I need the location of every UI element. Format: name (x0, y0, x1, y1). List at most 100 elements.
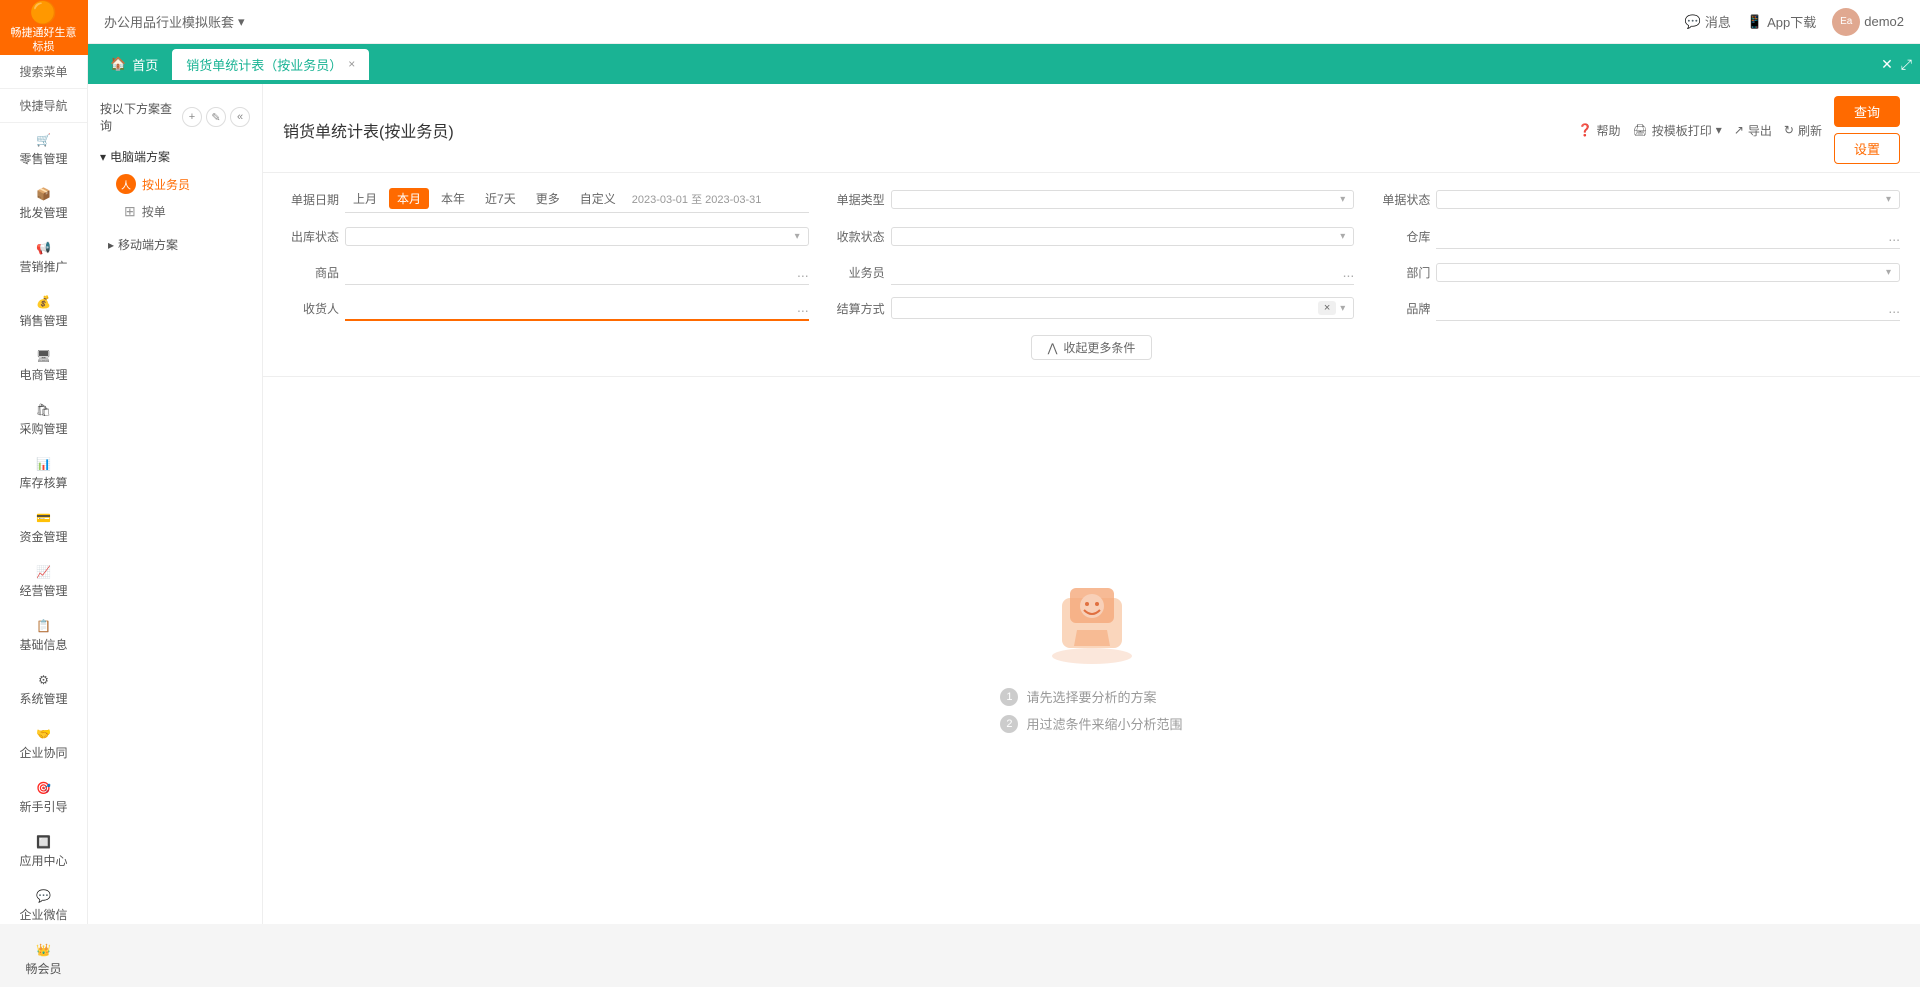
topbar: 办公用品行业模拟账套 ▾ 💬 消息 📱 App下载 Ea demo2 (88, 0, 1920, 44)
print-arrow: ▾ (1716, 123, 1722, 137)
help-btn[interactable]: ❓ 帮助 (1578, 122, 1621, 139)
user-menu[interactable]: Ea demo2 (1832, 8, 1904, 36)
export-btn[interactable]: ↗ 导出 (1734, 122, 1772, 139)
industry-selector[interactable]: 办公用品行业模拟账套 ▾ (104, 12, 245, 31)
status-arrow: ▾ (1886, 194, 1891, 205)
content: 按以下方案查询 + ✎ « ▾ 电脑端方案 人 按业务员 ⊞ 按 (88, 84, 1920, 924)
date-btn-custom[interactable]: 自定义 (572, 188, 624, 209)
print-btn[interactable]: 🖨 按模板打印 ▾ (1633, 122, 1722, 139)
search-menu[interactable]: 搜索菜单 (0, 55, 87, 89)
goods-dots: ... (797, 264, 809, 280)
salesperson-input[interactable]: ... (891, 259, 1355, 285)
close-window-icon[interactable]: ✕ (1881, 56, 1893, 73)
payment-dropdown[interactable]: × ▾ (891, 297, 1355, 319)
export-icon: ↗ (1734, 123, 1744, 137)
sidebar-item-purchase[interactable]: 🛍 采购管理 (0, 393, 87, 447)
brand-input[interactable]: ... (1436, 295, 1900, 321)
left-panel-header: 按以下方案查询 + ✎ « (88, 94, 262, 140)
receiver-input[interactable]: ... (345, 295, 809, 321)
ecom-icon: 🖥 (36, 349, 51, 363)
sidebar-item-sales[interactable]: 💰 销售管理 (0, 285, 87, 339)
filter-area: 单据日期 上月 本月 本年 近7天 更多 自定义 2023-03-01 至 20… (263, 173, 1920, 377)
collect-arrow: ▾ (1340, 231, 1345, 242)
filter-brand-cell: 品牌 ... (1374, 295, 1900, 321)
sidebar-item-ecom[interactable]: 🖥 电商管理 (0, 339, 87, 393)
scheme-active-dot: 人 (116, 174, 136, 194)
query-button[interactable]: 查询 (1834, 96, 1900, 127)
main-area: 办公用品行业模拟账套 ▾ 💬 消息 📱 App下载 Ea demo2 🏠 首页 (88, 0, 1920, 924)
filter-payment-cell: 结算方式 × ▾ (829, 297, 1355, 319)
tab-close-btn[interactable]: × (348, 57, 355, 71)
edit-scheme-btn[interactable]: ✎ (206, 107, 226, 127)
mobile-scheme-title[interactable]: ▸ 移动端方案 (88, 232, 262, 257)
topbar-right: 💬 消息 📱 App下载 Ea demo2 (1685, 8, 1904, 36)
status-dropdown[interactable]: ▾ (1436, 190, 1900, 209)
desktop-scheme-group: ▾ 电脑端方案 人 按业务员 ⊞ 按单 (88, 140, 262, 228)
msg-btn[interactable]: 💬 消息 (1685, 12, 1731, 31)
add-scheme-btn[interactable]: + (182, 107, 202, 127)
refresh-btn[interactable]: ↻ 刷新 (1784, 122, 1822, 139)
sidebar-item-member[interactable]: 👑 畅会员 (0, 933, 87, 987)
filter-salesperson-cell: 业务员 ... (829, 259, 1355, 285)
right-panel: 销货单统计表(按业务员) ❓ 帮助 🖨 按模板打印 ▾ ↗ 导出 (263, 84, 1920, 924)
tabbar: 🏠 首页 销货单统计表（按业务员） × ✕ ⤢ (88, 44, 1920, 84)
filter-status-cell: 单据状态 ▾ (1374, 190, 1900, 209)
type-dropdown[interactable]: ▾ (891, 190, 1355, 209)
scheme-group-arrow: ▾ (100, 150, 106, 164)
maximize-icon[interactable]: ⤢ (1901, 56, 1912, 73)
sub-icon: ⊞ (124, 203, 136, 220)
page-title: 销货单统计表(按业务员) (283, 118, 454, 142)
tab-home[interactable]: 🏠 首页 (96, 49, 172, 80)
collect-dropdown[interactable]: ▾ (891, 227, 1355, 246)
left-panel-actions: + ✎ « (182, 107, 250, 127)
wechat-icon: 💬 (36, 889, 51, 903)
warehouse-label: 仓库 (1374, 228, 1430, 245)
app-icon: 📱 (1747, 14, 1763, 30)
sidebar-item-marketing[interactable]: 📢 营销推广 (0, 231, 87, 285)
sidebar-item-appstore[interactable]: 🔲 应用中心 (0, 825, 87, 879)
quick-nav[interactable]: 快捷导航 (0, 89, 87, 123)
empty-state: 1 请先选择要分析的方案 2 用过滤条件来缩小分析范围 (263, 377, 1920, 924)
warehouse-input[interactable]: ... (1436, 223, 1900, 249)
out-dropdown[interactable]: ▾ (345, 227, 809, 246)
date-btn-7days[interactable]: 近7天 (477, 188, 524, 209)
sidebar-item-wholesale[interactable]: 📦 批发管理 (0, 177, 87, 231)
collapse-panel-btn[interactable]: « (230, 107, 250, 127)
sidebar-item-ops[interactable]: 📈 经营管理 (0, 555, 87, 609)
scheme-by-salesperson[interactable]: 人 按业务员 (88, 169, 262, 199)
date-btn-this-year[interactable]: 本年 (433, 188, 473, 209)
date-btn-more[interactable]: 更多 (528, 188, 568, 209)
sidebar-item-coop[interactable]: 🤝 企业协同 (0, 717, 87, 771)
collapse-btn[interactable]: ⋀ 收起更多条件 (1031, 335, 1153, 360)
setting-button[interactable]: 设置 (1834, 133, 1900, 164)
sidebar-item-retail[interactable]: 🛒 零售管理 (0, 123, 87, 177)
collapse-row: ⋀ 收起更多条件 (283, 331, 1900, 364)
ops-icon: 📈 (36, 565, 51, 579)
sidebar-item-base[interactable]: 📋 基础信息 (0, 609, 87, 663)
industry-label: 办公用品行业模拟账套 (104, 12, 234, 31)
sidebar-item-finance[interactable]: 💳 资金管理 (0, 501, 87, 555)
brand-label: 品牌 (1374, 300, 1430, 317)
date-btn-last-month[interactable]: 上月 (345, 188, 385, 209)
desktop-scheme-title[interactable]: ▾ 电脑端方案 (88, 144, 262, 169)
tab-salesperson-stats[interactable]: 销货单统计表（按业务员） × (172, 49, 369, 80)
empty-step-1: 1 请先选择要分析的方案 (1000, 687, 1182, 706)
dept-dropdown[interactable]: ▾ (1436, 263, 1900, 282)
logo-text: 畅捷通好生意 标损 (11, 26, 77, 55)
date-btn-this-month[interactable]: 本月 (389, 188, 429, 209)
sidebar-item-newbie[interactable]: 🎯 新手引导 (0, 771, 87, 825)
newbie-icon: 🎯 (36, 781, 51, 795)
dropdown-icon: ▾ (238, 14, 245, 30)
out-arrow: ▾ (795, 231, 800, 242)
filter-row-1: 单据日期 上月 本月 本年 近7天 更多 自定义 2023-03-01 至 20… (283, 185, 1900, 213)
sidebar-item-system[interactable]: ⚙ 系统管理 (0, 663, 87, 717)
goods-input[interactable]: ... (345, 259, 809, 285)
sidebar-item-wechat[interactable]: 💬 企业微信 (0, 879, 87, 933)
app-download-btn[interactable]: 📱 App下载 (1747, 12, 1816, 31)
scheme-by-order[interactable]: ⊞ 按单 (88, 199, 262, 224)
collect-label: 收款状态 (829, 228, 885, 245)
filter-date-cell: 单据日期 上月 本月 本年 近7天 更多 自定义 2023-03-01 至 20… (283, 185, 809, 213)
app-logo: 🟠 畅捷通好生意 标损 (0, 0, 88, 55)
payment-clear-btn[interactable]: × (1318, 301, 1336, 315)
sidebar-item-inventory[interactable]: 📊 库存核算 (0, 447, 87, 501)
